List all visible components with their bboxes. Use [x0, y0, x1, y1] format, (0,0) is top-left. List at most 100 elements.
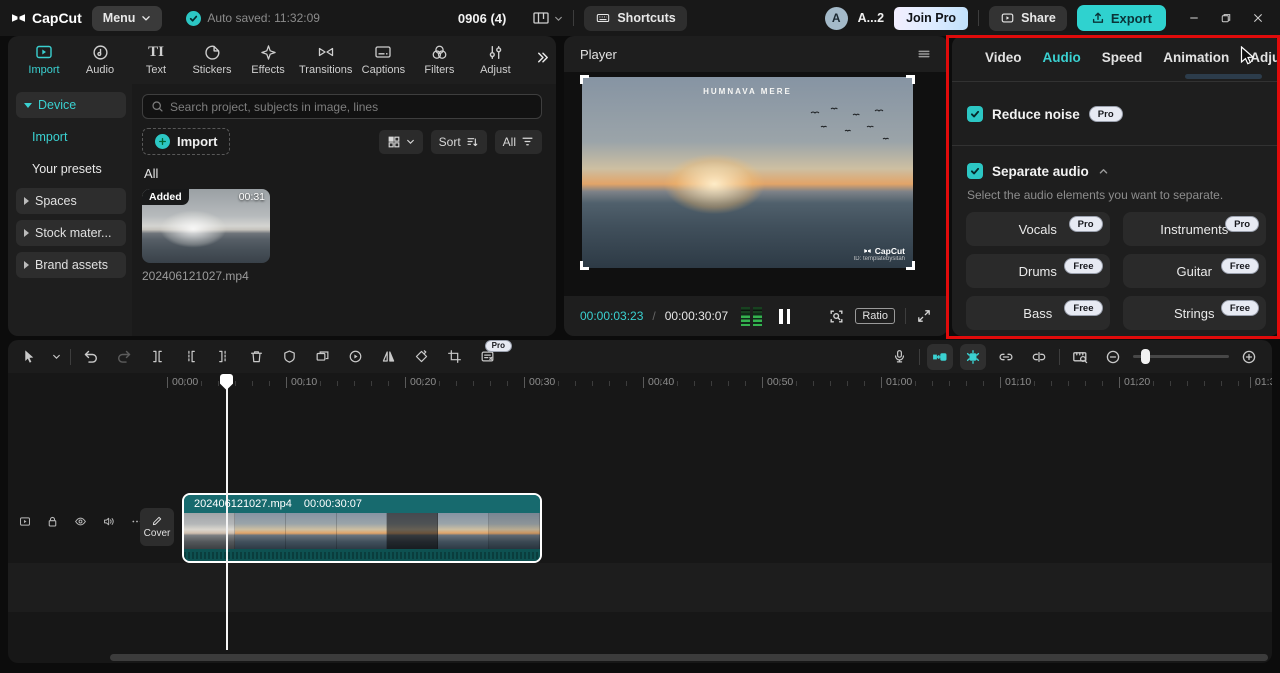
video-track-icon: [18, 515, 32, 528]
stem-vocals-button[interactable]: Vocals Pro: [966, 212, 1110, 246]
sidebar-item-device[interactable]: Device: [16, 92, 126, 118]
tab-effects[interactable]: Effects: [240, 43, 296, 76]
close-button[interactable]: [1246, 6, 1270, 30]
restore-button[interactable]: [1214, 6, 1238, 30]
selection-handle[interactable]: [580, 75, 589, 84]
sidebar-item-brand-assets[interactable]: Brand assets: [16, 252, 126, 278]
stem-strings-button[interactable]: Strings Free: [1123, 296, 1267, 330]
tab-filters[interactable]: Filters: [411, 43, 467, 76]
magnet-snap-button[interactable]: [960, 344, 986, 370]
smart-edit-button[interactable]: Pro: [474, 344, 500, 370]
stem-instruments-button[interactable]: Instruments Pro: [1123, 212, 1267, 246]
select-tool-dropdown[interactable]: [49, 344, 63, 370]
mirror-button[interactable]: [375, 344, 401, 370]
select-tool-button[interactable]: [16, 344, 42, 370]
microphone-icon: [892, 349, 907, 364]
tab-text[interactable]: TI Text: [128, 43, 184, 76]
capcut-logo-icon: [10, 10, 27, 26]
auto-snap-button[interactable]: [927, 344, 953, 370]
media-section-label: All: [144, 166, 542, 181]
ruler-label: 01:20: [1119, 377, 1150, 388]
rotate-button[interactable]: [408, 344, 434, 370]
media-item[interactable]: Added 00:31 202406121027.mp4: [142, 189, 270, 283]
overlay-button[interactable]: [309, 344, 335, 370]
split-right-button[interactable]: [210, 344, 236, 370]
tab-audio[interactable]: Audio: [72, 43, 128, 76]
tab-stickers[interactable]: Stickers: [184, 43, 240, 76]
join-pro-button[interactable]: Join Pro: [894, 7, 968, 30]
import-media-button[interactable]: Import: [142, 128, 230, 155]
undo-button[interactable]: [78, 344, 104, 370]
sidebar-item-import[interactable]: Import: [16, 124, 126, 150]
sidebar-item-your-presets[interactable]: Your presets: [16, 156, 126, 182]
crop-button[interactable]: [441, 344, 467, 370]
redo-button[interactable]: [111, 344, 137, 370]
reduce-noise-checkbox[interactable]: [967, 106, 983, 122]
tab-audio[interactable]: Audio: [1043, 50, 1081, 65]
tabs-overflow-button[interactable]: [535, 50, 550, 65]
fullscreen-button[interactable]: [916, 308, 932, 324]
split-left-icon: [150, 349, 165, 364]
export-button[interactable]: Export: [1077, 5, 1166, 31]
video-preview[interactable]: HUMNAVA MERE CapCut ID: templatebysitah: [582, 77, 913, 268]
snapshot-button[interactable]: [828, 308, 845, 325]
split-left-button[interactable]: [144, 344, 170, 370]
divider: [978, 10, 979, 26]
avatar[interactable]: A: [825, 7, 848, 30]
speed-button[interactable]: [342, 344, 368, 370]
zoom-out-button[interactable]: [1100, 344, 1126, 370]
layout-switch-button[interactable]: [532, 10, 563, 26]
filter-button[interactable]: All: [495, 130, 542, 154]
lock-track-button[interactable]: [44, 513, 61, 530]
timeline-horizontal-scrollbar[interactable]: [110, 654, 1268, 661]
tab-adjust[interactable]: Adjust: [1250, 50, 1280, 65]
tab-label: Audio: [86, 64, 114, 76]
shortcuts-button[interactable]: Shortcuts: [584, 6, 686, 31]
selection-handle[interactable]: [580, 261, 589, 270]
zoom-in-button[interactable]: [1236, 344, 1262, 370]
tab-import[interactable]: Import: [16, 43, 72, 76]
separate-audio-checkbox[interactable]: [967, 163, 983, 179]
timeline-preview-button[interactable]: [1067, 344, 1093, 370]
tab-adjust[interactable]: Adjust: [467, 43, 523, 76]
timeline-zoom-slider[interactable]: [1133, 355, 1229, 358]
unlink-button[interactable]: [1026, 344, 1052, 370]
cover-button[interactable]: Cover: [140, 508, 174, 546]
search-input[interactable]: [170, 100, 533, 114]
pause-button[interactable]: [779, 309, 790, 324]
zoom-slider-thumb[interactable]: [1141, 349, 1150, 364]
stem-guitar-button[interactable]: Guitar Free: [1123, 254, 1267, 288]
split-button[interactable]: [177, 344, 203, 370]
pro-badge: Pro: [1069, 216, 1103, 232]
mute-track-button[interactable]: [100, 513, 118, 530]
tab-captions[interactable]: Captions: [355, 43, 411, 76]
tab-speed[interactable]: Speed: [1102, 50, 1143, 65]
tab-animation[interactable]: Animation: [1163, 50, 1229, 65]
sidebar-item-spaces[interactable]: Spaces: [16, 188, 126, 214]
timeline-ruler[interactable]: 00:00 00:10 00:20 00:30 00:40 00:50 01:0…: [8, 373, 1272, 393]
video-clip[interactable]: 202406121027.mp4 00:00:30:07: [182, 493, 542, 563]
stem-bass-button[interactable]: Bass Free: [966, 296, 1110, 330]
record-voiceover-button[interactable]: [886, 344, 912, 370]
chevron-up-icon[interactable]: [1098, 166, 1109, 177]
minimize-button[interactable]: [1182, 6, 1206, 30]
link-button[interactable]: [993, 344, 1019, 370]
stem-drums-button[interactable]: Drums Free: [966, 254, 1110, 288]
ratio-button[interactable]: Ratio: [855, 308, 895, 324]
mask-button[interactable]: [276, 344, 302, 370]
sidebar-item-stock-materials[interactable]: Stock mater...: [16, 220, 126, 246]
sort-button[interactable]: Sort: [431, 130, 487, 154]
tab-transitions[interactable]: Transitions: [296, 43, 355, 76]
tab-video[interactable]: Video: [985, 50, 1022, 65]
tab-scrollbar-thumb[interactable]: [1185, 74, 1262, 79]
view-mode-button[interactable]: [379, 130, 423, 154]
delete-button[interactable]: [243, 344, 269, 370]
menu-button[interactable]: Menu: [92, 6, 163, 31]
selection-handle[interactable]: [906, 261, 915, 270]
text-tab-icon: TI: [148, 43, 164, 61]
selection-handle[interactable]: [906, 75, 915, 84]
player-menu-button[interactable]: [916, 47, 932, 61]
share-button[interactable]: Share: [989, 6, 1067, 31]
playhead[interactable]: [226, 374, 228, 650]
hide-track-button[interactable]: [71, 513, 90, 530]
